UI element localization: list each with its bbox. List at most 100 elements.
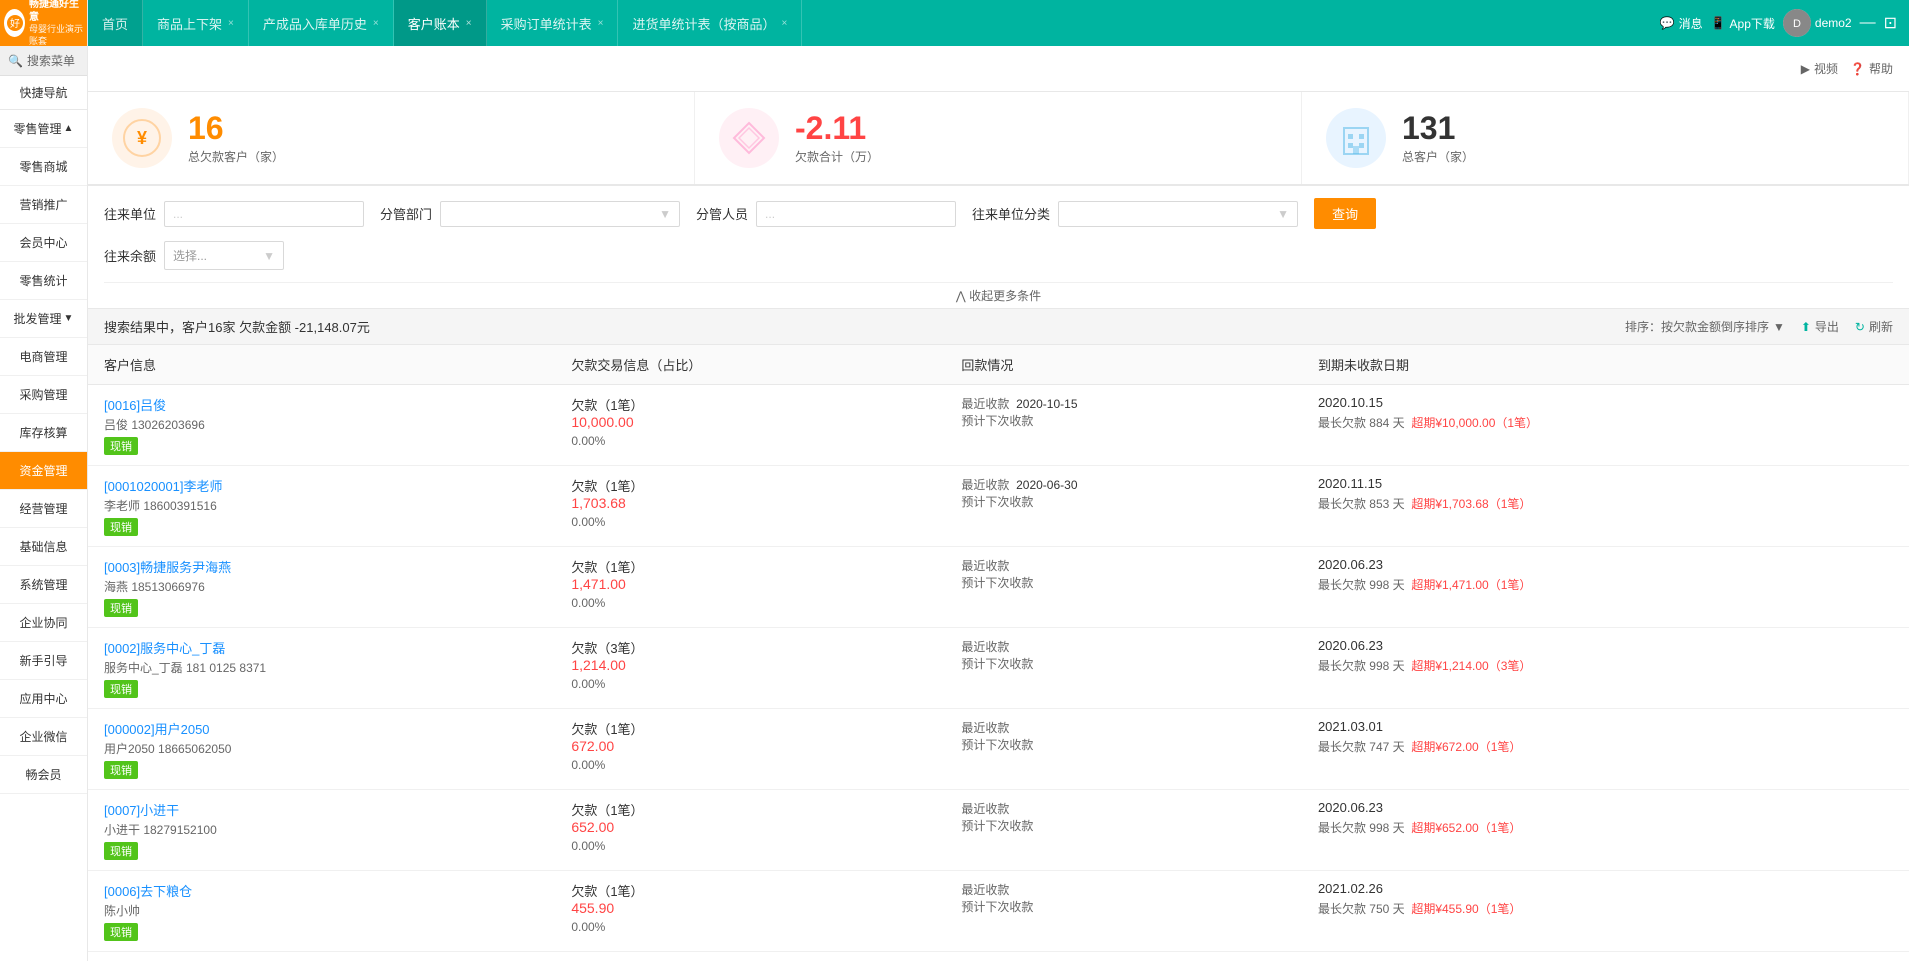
user-avatar[interactable]: D demo2 (1783, 9, 1852, 37)
debt-amount-5[interactable]: 652.00 (571, 819, 929, 835)
tab-products[interactable]: 商品上下架 × (143, 0, 249, 46)
last-payment-label-4: 最近收款 (961, 721, 1009, 735)
cell-due-date-1: 2020.11.15 最长欠款 853 天 超期¥1,703.68（1笔） (1302, 466, 1909, 547)
search-menu[interactable]: 🔍 搜索菜单 (0, 46, 87, 76)
customer-name-1[interactable]: [0001020001]李老师 (104, 479, 223, 494)
debt-amount-3[interactable]: 1,214.00 (571, 657, 929, 673)
debt-amount-4[interactable]: 672.00 (571, 738, 929, 754)
customer-badge-1: 现销 (104, 518, 138, 536)
unit-category-input[interactable]: ▼ (1058, 201, 1298, 227)
cell-due-date-3: 2020.06.23 最长欠款 998 天 超期¥1,214.00（3笔） (1302, 628, 1909, 709)
customer-name-5[interactable]: [0007]小进干 (104, 803, 179, 818)
overdue-amount-2[interactable]: 超期¥1,471.00（1笔） (1411, 578, 1531, 592)
customer-name-4[interactable]: [000002]用户2050 (104, 722, 210, 737)
cell-customer-info-1: [0001020001]李老师 李老师 18600391516 现销 (88, 466, 555, 547)
sidebar-item-marketing[interactable]: 营销推广 (0, 186, 87, 224)
debt-amount-1[interactable]: 1,703.68 (571, 495, 929, 511)
close-production-tab[interactable]: × (373, 18, 379, 29)
results-actions: 排序：按欠款金额倒序排序 ▼ ⬆ 导出 ↻ 刷新 (1625, 318, 1893, 335)
app-download-btn[interactable]: 📱 App下载 (1711, 15, 1775, 32)
overdue-amount-3[interactable]: 超期¥1,214.00（3笔） (1411, 659, 1531, 673)
sidebar-item-wholesale-mgmt[interactable]: 批发管理 ▼ (0, 300, 87, 338)
tab-customer-account[interactable]: 客户账本 × (394, 0, 487, 46)
message-btn[interactable]: 💬 消息 (1660, 15, 1703, 32)
overdue-info-3: 最长欠款 998 天 超期¥1,214.00（3笔） (1318, 657, 1893, 674)
refresh-btn[interactable]: ↻ 刷新 (1855, 318, 1893, 335)
sidebar-item-basic-info[interactable]: 基础信息 (0, 528, 87, 566)
overdue-info-6: 最长欠款 750 天 超期¥455.90（1笔） (1318, 900, 1893, 917)
overdue-amount-4[interactable]: 超期¥672.00（1笔） (1411, 740, 1521, 754)
stat-icon-diamond (719, 108, 779, 168)
sort-btn[interactable]: 排序：按欠款金额倒序排序 ▼ (1625, 318, 1785, 335)
customer-sub-2: 海燕 18513066976 (104, 578, 539, 595)
balance-placeholder: 选择... (173, 247, 207, 264)
balance-select[interactable]: 选择... ▼ (164, 241, 284, 270)
filter-row-1: 往来单位 ... 分管部门 ▼ 分管人员 ... 往来单位分类 (104, 198, 1893, 229)
customer-name-3[interactable]: [0002]服务中心_丁磊 (104, 641, 225, 656)
sidebar-item-enterprise[interactable]: 企业协同 (0, 604, 87, 642)
collapse-more-btn[interactable]: ⋀ 收起更多条件 (104, 282, 1893, 308)
col-header-due-date: 到期未收款日期 (1302, 345, 1909, 385)
customer-name-2[interactable]: [0003]畅捷服务尹海燕 (104, 560, 231, 575)
topbar-actions: 💬 消息 📱 App下载 D demo2 — ⊡ (1648, 9, 1909, 37)
dept-input[interactable]: ▼ (440, 201, 680, 227)
debt-amount-2[interactable]: 1,471.00 (571, 576, 929, 592)
close-customer-account-tab[interactable]: × (466, 18, 472, 29)
results-summary: 搜索结果中，客户16家 欠款金额 -21,148.07元 (104, 317, 370, 336)
overdue-amount-1[interactable]: 超期¥1,703.68（1笔） (1411, 497, 1531, 511)
filter-row-2: 往来余额 选择... ▼ (104, 241, 1893, 270)
due-date-0: 2020.10.15 (1318, 395, 1893, 410)
filter-unit-category: 往来单位分类 ▼ (972, 201, 1298, 227)
tab-inbound-stats[interactable]: 进货单统计表（按商品） × (618, 0, 802, 46)
tab-home[interactable]: 首页 (88, 0, 143, 46)
last-payment-label-1: 最近收款 (961, 478, 1009, 492)
close-inbound-stats-tab[interactable]: × (781, 18, 787, 29)
sidebar-item-app-center[interactable]: 应用中心 (0, 680, 87, 718)
table-row: [0016]吕俊 吕俊 13026203696 现销 欠款（1笔） 10,000… (88, 385, 1909, 466)
sort-label: 排序：按欠款金额倒序排序 (1625, 318, 1769, 335)
sidebar-item-system[interactable]: 系统管理 (0, 566, 87, 604)
tab-production[interactable]: 产成品入库单历史 × (249, 0, 394, 46)
sidebar-item-vip[interactable]: 畅会员 (0, 756, 87, 794)
sidebar-item-inventory[interactable]: 库存核算 (0, 414, 87, 452)
sidebar-item-ecommerce[interactable]: 电商管理 (0, 338, 87, 376)
filter-dept: 分管部门 ▼ (380, 201, 680, 227)
manager-input[interactable]: ... (756, 201, 956, 227)
close-products-tab[interactable]: × (228, 18, 234, 29)
dept-arrow-icon: ▼ (659, 207, 671, 221)
unit-category-label: 往来单位分类 (972, 204, 1050, 223)
minimize-btn[interactable]: — (1860, 14, 1876, 32)
sidebar-item-retail-mgmt[interactable]: 零售管理 ▲ (0, 110, 87, 148)
maximize-btn[interactable]: ⊡ (1884, 13, 1897, 33)
sidebar-item-business[interactable]: 经营管理 (0, 490, 87, 528)
sidebar-item-member[interactable]: 会员中心 (0, 224, 87, 262)
sidebar-item-enterprise-wx[interactable]: 企业微信 (0, 718, 87, 756)
sidebar-item-retail-mall[interactable]: 零售商城 (0, 148, 87, 186)
sidebar-item-purchase-mgmt[interactable]: 采购管理 (0, 376, 87, 414)
table-row: [000001]黄思源 黄思源 13552700226 现销 欠款（1笔） 42… (88, 952, 1909, 961)
sidebar-item-quick-nav[interactable]: 快捷导航 (0, 76, 87, 110)
customer-name-0[interactable]: [0016]吕俊 (104, 398, 166, 413)
sidebar: 好 畅捷通好生意 母婴行业演示账套 🔍 搜索菜单 快捷导航 零售管理 ▲ 零售商… (0, 0, 88, 961)
sidebar-item-finance[interactable]: 资金管理 (0, 452, 87, 490)
overdue-amount-6[interactable]: 超期¥455.90（1笔） (1411, 902, 1521, 916)
close-purchase-order-tab[interactable]: × (598, 18, 604, 29)
sidebar-item-retail-stats[interactable]: 零售统计 (0, 262, 87, 300)
source-unit-input[interactable]: ... (164, 201, 364, 227)
debt-amount-0[interactable]: 10,000.00 (571, 414, 929, 430)
overdue-amount-5[interactable]: 超期¥652.00（1笔） (1411, 821, 1521, 835)
export-btn[interactable]: ⬆ 导出 (1801, 318, 1839, 335)
video-btn[interactable]: ▶ 视频 (1801, 60, 1838, 77)
overdue-info-5: 最长欠款 998 天 超期¥652.00（1笔） (1318, 819, 1893, 836)
customer-name-6[interactable]: [0006]去下粮仓 (104, 884, 192, 899)
tab-products-label: 商品上下架 (157, 14, 222, 33)
debt-amount-6[interactable]: 455.90 (571, 900, 929, 916)
overdue-amount-0[interactable]: 超期¥10,000.00（1笔） (1411, 416, 1538, 430)
sidebar-item-newbie[interactable]: 新手引导 (0, 642, 87, 680)
overdue-days-3: 最长欠款 998 天 (1318, 659, 1405, 673)
tab-purchase-order[interactable]: 采购订单统计表 × (487, 0, 619, 46)
help-btn[interactable]: ❓ 帮助 (1850, 60, 1893, 77)
search-button[interactable]: 查询 (1314, 198, 1376, 229)
cell-recovery-6: 最近收款 预计下次收款 (945, 871, 1302, 952)
export-icon: ⬆ (1801, 320, 1811, 334)
